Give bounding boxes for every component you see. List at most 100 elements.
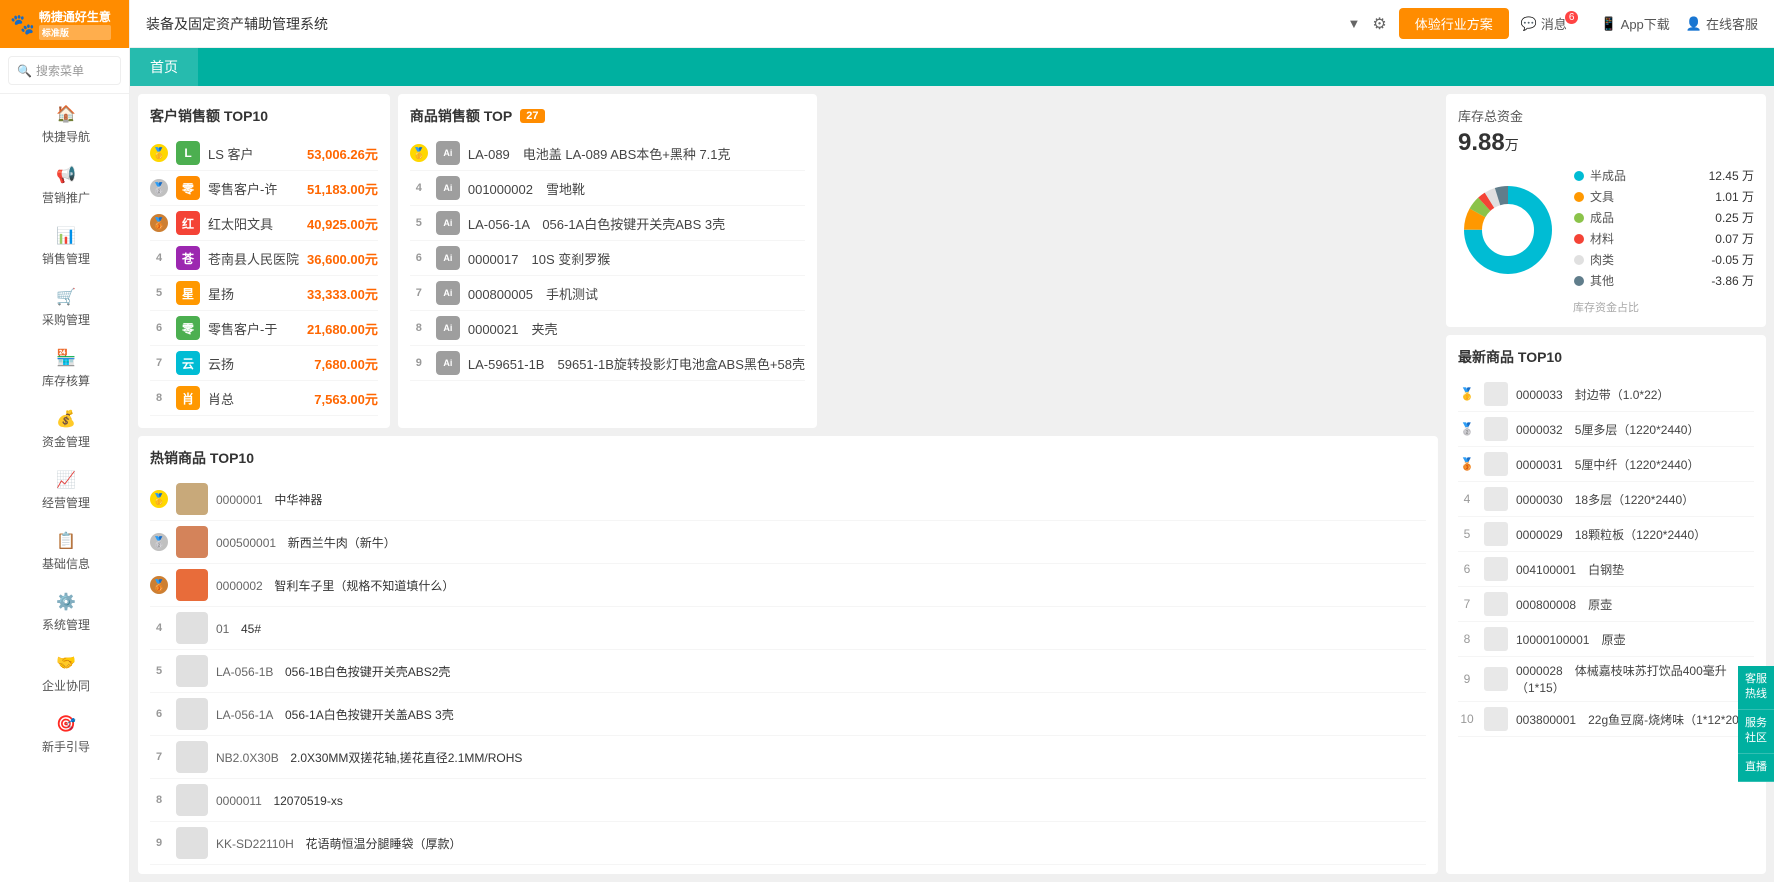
rank-number: 4	[150, 249, 168, 267]
service-icon: 👤	[1686, 16, 1702, 32]
product-item: 4 01 45#	[150, 607, 1426, 650]
newest-thumb	[1484, 592, 1508, 616]
rank-item: 5 星 星扬 33,333.00元	[150, 276, 378, 311]
rank-item: 5 Ai LA-056-1A 056-1A白色按键开关壳ABS 3壳	[410, 206, 805, 241]
legend-value: -3.86 万	[1711, 272, 1754, 289]
messages-button[interactable]: 💬 消息 6	[1521, 14, 1585, 33]
float-btn-community[interactable]: 服务社区	[1738, 710, 1774, 754]
legend-item: 文具 1.01 万	[1574, 188, 1754, 205]
product-sales-title: 商品销售额 TOP 27	[410, 106, 805, 126]
legend-label: 其他	[1590, 272, 1705, 289]
marketing-icon: 📢	[56, 165, 76, 185]
content-right: 库存总资金 9.88万	[1446, 94, 1766, 874]
app-download-button[interactable]: 📱 App下载	[1600, 14, 1669, 33]
rank-item: 8 肖 肖总 7,563.00元	[150, 381, 378, 416]
rank-item: 🥉 红 红太阳文具 40,925.00元	[150, 206, 378, 241]
rank-number: 🥈	[150, 179, 168, 197]
sidebar-item-guide[interactable]: 🎯 新手引导	[0, 704, 129, 765]
newest-item: 8 10000100001 原壶	[1458, 622, 1754, 657]
sidebar-item-home[interactable]: 🏠 快捷导航	[0, 94, 129, 155]
sidebar-item-finance[interactable]: 💰 资金管理	[0, 399, 129, 460]
newest-info: 0000033 封边带（1.0*22）	[1516, 386, 1754, 403]
legend-color	[1574, 213, 1584, 223]
legend-color	[1574, 234, 1584, 244]
topbar-right: 💬 消息 6 📱 App下载 👤 在线客服	[1521, 14, 1758, 33]
newest-info: 0000028 体械嘉枝味苏打饮品400毫升（1*15）	[1516, 662, 1754, 696]
sidebar-item-label: 快捷导航	[42, 128, 90, 145]
rank-item: 6 零 零售客户-于 21,680.00元	[150, 311, 378, 346]
rank-name: 0000021 夹壳	[468, 319, 805, 338]
dropdown-icon[interactable]: ▼	[1347, 16, 1360, 31]
product-thumb	[176, 827, 208, 859]
sidebar-item-purchase[interactable]: 🛒 采购管理	[0, 277, 129, 338]
rank-number: 5	[150, 284, 168, 302]
rank-number: 9	[150, 834, 168, 852]
rank-avatar: Ai	[436, 176, 460, 200]
hot-products-title: 热销商品 TOP10	[150, 448, 1426, 468]
rank-item: 8 Ai 0000021 夹壳	[410, 311, 805, 346]
product-thumb	[176, 569, 208, 601]
legend-value: 1.01 万	[1715, 188, 1754, 205]
newest-info: 0000030 18多层（1220*2440）	[1516, 491, 1754, 508]
inventory-icon: 🏪	[56, 348, 76, 368]
float-btn-live[interactable]: 直播	[1738, 754, 1774, 782]
sidebar-item-marketing[interactable]: 📢 营销推广	[0, 155, 129, 216]
product-item: 7 NB2.0X30B 2.0X30MM双搓花轴,搓花直径2.1MM/ROHS	[150, 736, 1426, 779]
sidebar-item-basic-info[interactable]: 📋 基础信息	[0, 521, 129, 582]
newest-thumb	[1484, 452, 1508, 476]
inventory-label: 库存总资金	[1458, 106, 1754, 125]
product-info: LA-056-1A 056-1A白色按键开关盖ABS 3壳	[216, 706, 1426, 723]
tab-home-label: 首页	[150, 57, 178, 77]
trial-button[interactable]: 体验行业方案	[1399, 8, 1509, 39]
product-item: 🥈 000500001 新西兰牛肉（新牛）	[150, 521, 1426, 564]
newest-item: 🥇 0000033 封边带（1.0*22）	[1458, 377, 1754, 412]
sidebar-item-sales[interactable]: 📊 销售管理	[0, 216, 129, 277]
newest-rank: 🥉	[1458, 457, 1476, 471]
online-service-button[interactable]: 👤 在线客服	[1686, 14, 1758, 33]
rank-avatar: 零	[176, 176, 200, 200]
product-thumb	[176, 741, 208, 773]
sidebar-item-label: 经营管理	[42, 494, 90, 511]
system-icon: ⚙️	[56, 592, 76, 612]
newest-thumb	[1484, 382, 1508, 406]
app-badge: 标准版	[39, 25, 111, 40]
search-menu-button[interactable]: 🔍 搜索菜单	[8, 56, 121, 85]
rank-number: 🥇	[410, 144, 428, 162]
rank-item: 4 苍 苍南县人民医院 36,600.00元	[150, 241, 378, 276]
rank-name: 零售客户-许	[208, 179, 299, 198]
product-thumb	[176, 612, 208, 644]
float-buttons: 客服热线 服务社区 直播	[1738, 666, 1774, 782]
product-sales-ranking-card: 商品销售额 TOP 27 🥇 Ai LA-089 电池盖 LA-089 ABS本…	[398, 94, 817, 428]
sidebar-item-operations[interactable]: 📈 经营管理	[0, 460, 129, 521]
legend-color	[1574, 192, 1584, 202]
rank-name: LA-59651-1B 59651-1B旋转投影灯电池盒ABS黑色+58壳	[468, 354, 805, 373]
rank-number: 4	[410, 179, 428, 197]
sidebar-item-label: 企业协同	[42, 677, 90, 694]
legend-label: 半成品	[1590, 167, 1703, 184]
rank-number: 5	[410, 214, 428, 232]
product-item: 🥉 0000002 智利车子里（规格不知道填什么）	[150, 564, 1426, 607]
product-info: NB2.0X30B 2.0X30MM双搓花轴,搓花直径2.1MM/ROHS	[216, 749, 1426, 766]
product-info: KK-SD22110H 花语萌恒温分腿睡袋（厚款）	[216, 835, 1426, 852]
sidebar-nav: 🏠 快捷导航 📢 营销推广 📊 销售管理 🛒 采购管理 🏪 库存核算 💰 资金管…	[0, 94, 129, 882]
legend-value: 0.25 万	[1715, 209, 1754, 226]
sidebar-item-collab[interactable]: 🤝 企业协同	[0, 643, 129, 704]
product-thumb	[176, 784, 208, 816]
newest-thumb	[1484, 522, 1508, 546]
search-menu-label: 搜索菜单	[36, 62, 84, 79]
sidebar-item-system[interactable]: ⚙️ 系统管理	[0, 582, 129, 643]
product-sales-list: 🥇 Ai LA-089 电池盖 LA-089 ABS本色+黑种 7.1克 4 A…	[410, 136, 805, 381]
legend-label: 文具	[1590, 188, 1709, 205]
newest-item: 🥉 0000031 5厘中纤（1220*2440）	[1458, 447, 1754, 482]
tab-home[interactable]: 首页	[130, 48, 198, 86]
sidebar-item-label: 新手引导	[42, 738, 90, 755]
rank-number: 6	[150, 319, 168, 337]
rank-avatar: Ai	[436, 211, 460, 235]
sidebar-item-inventory[interactable]: 🏪 库存核算	[0, 338, 129, 399]
settings-icon[interactable]: ⚙	[1372, 14, 1386, 34]
product-info: 0000002 智利车子里（规格不知道填什么）	[216, 577, 1426, 594]
rank-value: 51,183.00元	[307, 179, 378, 198]
float-btn-service[interactable]: 客服热线	[1738, 666, 1774, 710]
product-info: 0000011 12070519-xs	[216, 793, 1426, 808]
rank-item: 9 Ai LA-59651-1B 59651-1B旋转投影灯电池盒ABS黑色+5…	[410, 346, 805, 381]
